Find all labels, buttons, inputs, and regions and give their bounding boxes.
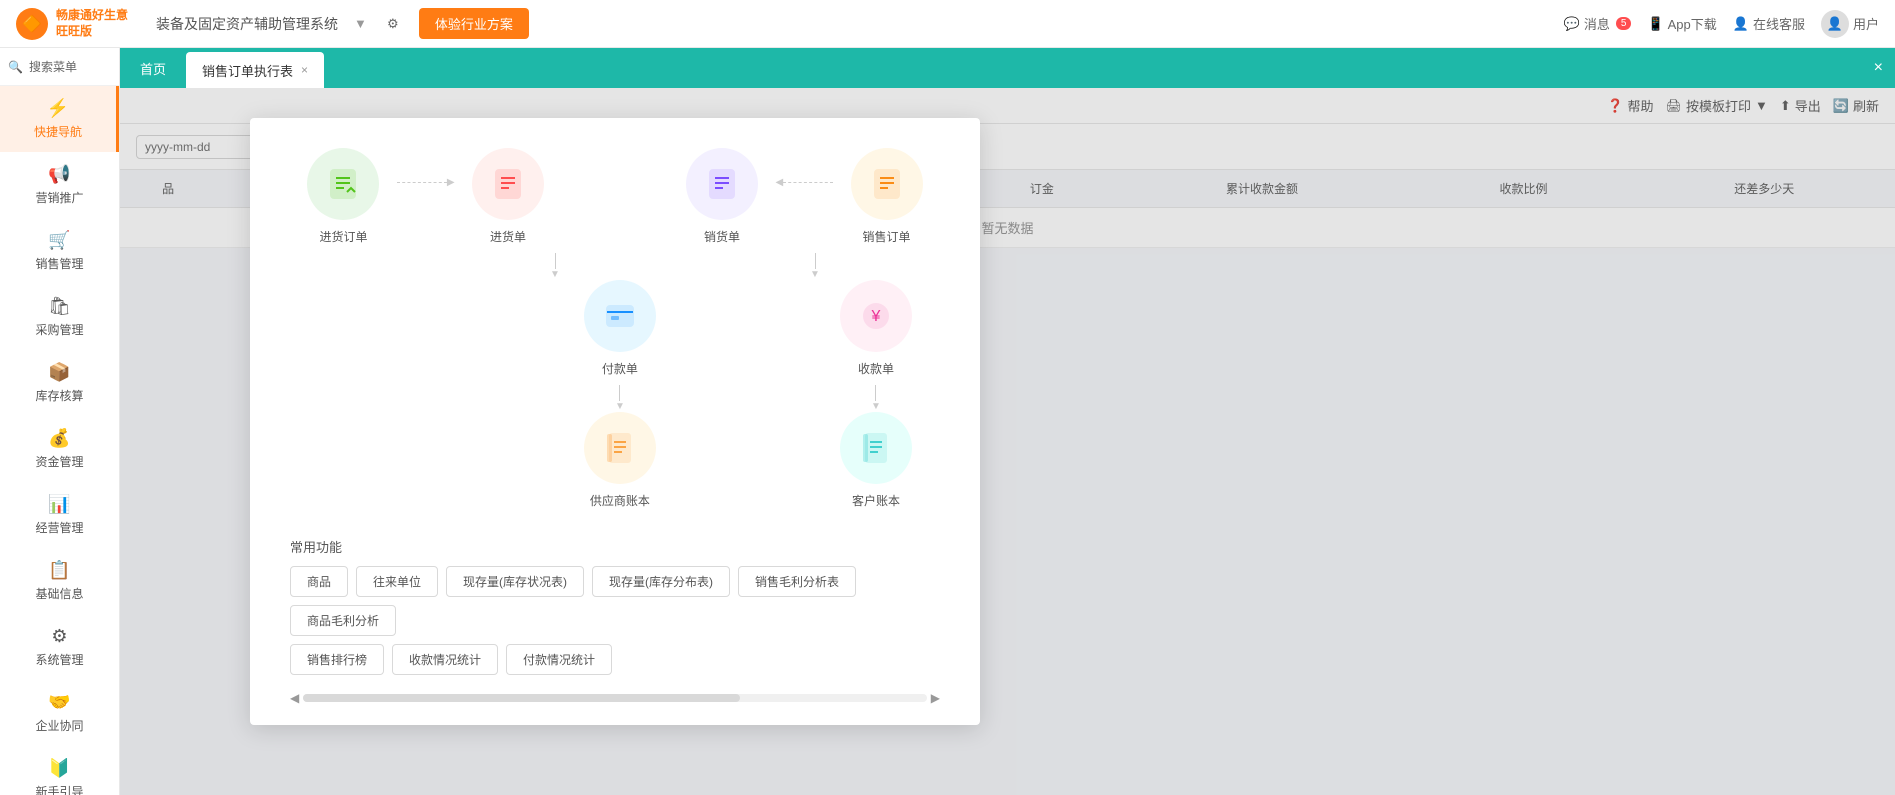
- download-icon: 📱: [1647, 16, 1663, 32]
- sidebar-item-new-guide[interactable]: 🔰 新手引导: [0, 746, 119, 795]
- popup-box: 进货订单 ▶: [250, 118, 980, 725]
- logo-icon: 🔶: [16, 8, 48, 40]
- sidebar-item-finance[interactable]: 💰 资金管理: [0, 416, 119, 482]
- sidebar-item-sales[interactable]: 🛒 销售管理: [0, 218, 119, 284]
- search-menu[interactable]: 🔍 搜索菜单: [0, 48, 119, 86]
- common-functions: 常用功能 商品 往来单位 现存量(库存状况表) 现存量(库存分布表) 销售毛利分…: [290, 537, 940, 675]
- sidebar-item-enterprise[interactable]: 🤝 企业协同: [0, 680, 119, 746]
- flow-node-payment-bill[interactable]: 付款单: [556, 280, 684, 377]
- sales-bill-icon: [686, 148, 758, 220]
- basic-info-icon: 📋: [48, 560, 70, 581]
- top-bar: 🔶 畅康通好生意 旺旺版 装备及固定资产辅助管理系统 ▼ ⚙ 体验行业方案 💬 …: [0, 0, 1895, 48]
- payment-bill-icon: [584, 280, 656, 352]
- flow-node-sales-bill[interactable]: 销货单: [669, 148, 776, 245]
- purchase-bill-icon: [472, 148, 544, 220]
- scroll-left-arrow[interactable]: ◀: [290, 691, 299, 705]
- func-btn-sales-rank[interactable]: 销售排行榜: [290, 644, 384, 675]
- func-buttons-row1: 商品 往来单位 现存量(库存状况表) 现存量(库存分布表) 销售毛利分析表 商品…: [290, 566, 940, 636]
- purchase-icon: 🛍: [48, 296, 71, 317]
- app-download-button[interactable]: 📱 App下载: [1647, 14, 1716, 33]
- sales-icon: 🛒: [48, 230, 70, 251]
- common-func-title: 常用功能: [290, 537, 940, 556]
- tab-home[interactable]: 首页: [120, 48, 186, 88]
- sales-order-icon: [851, 148, 923, 220]
- scroll-right-arrow[interactable]: ▶: [931, 691, 940, 705]
- popup-scrollbar: ◀ ▶: [290, 691, 940, 705]
- page-content: ❓ 帮助 🖨 按模板打印 ▼ ⬆ 导出 🔄 刷新: [120, 88, 1895, 795]
- trial-button[interactable]: 体验行业方案: [419, 8, 529, 39]
- tab-close-icon[interactable]: ×: [301, 63, 308, 77]
- logo-text: 畅康通好生意 旺旺版: [56, 8, 128, 39]
- sidebar-item-marketing[interactable]: 📢 营销推广: [0, 152, 119, 218]
- message-badge: 5: [1616, 17, 1632, 30]
- svg-text:¥: ¥: [871, 308, 881, 325]
- system-title: 装备及固定资产辅助管理系统: [156, 14, 338, 34]
- content-area: 首页 销售订单执行表 × × ❓ 帮助 🖨: [120, 48, 1895, 795]
- flow-node-purchase-order[interactable]: 进货订单: [290, 148, 397, 245]
- receipt-bill-icon: ¥: [840, 280, 912, 352]
- gear-button[interactable]: ⚙: [379, 10, 407, 38]
- enterprise-icon: 🤝: [48, 692, 70, 713]
- func-btn-product[interactable]: 商品: [290, 566, 348, 597]
- finance-icon: 💰: [48, 428, 70, 449]
- service-icon: 👤: [1733, 16, 1749, 32]
- top-bar-right: 💬 消息 5 📱 App下载 👤 在线客服 👤 用户: [1564, 10, 1879, 38]
- purchase-order-icon: [307, 148, 379, 220]
- user-avatar: 👤: [1821, 10, 1849, 38]
- system-icon: ⚙: [51, 626, 67, 647]
- func-btn-product-analysis[interactable]: 商品毛利分析: [290, 605, 396, 636]
- search-icon: 🔍: [8, 60, 23, 74]
- marketing-icon: 📢: [48, 164, 70, 185]
- sidebar-item-quick-guide[interactable]: ⚡ 快捷导航: [0, 86, 119, 152]
- message-button[interactable]: 💬 消息 5: [1564, 14, 1632, 33]
- flow-node-customer-ledger[interactable]: 客户账本: [812, 412, 940, 509]
- scroll-track[interactable]: [303, 694, 927, 702]
- flow-node-sales-order[interactable]: 销售订单: [833, 148, 940, 245]
- sidebar-item-purchase[interactable]: 🛍 采购管理: [0, 284, 119, 350]
- dropdown-icon[interactable]: ▼: [354, 16, 367, 31]
- customer-ledger-icon: [840, 412, 912, 484]
- operations-icon: 📊: [48, 494, 70, 515]
- online-service-button[interactable]: 👤 在线客服: [1733, 14, 1805, 33]
- new-guide-icon: 🔰: [48, 758, 70, 779]
- tab-bar: 首页 销售订单执行表 × ×: [120, 48, 1895, 88]
- tab-bar-close-button[interactable]: ×: [1874, 59, 1883, 77]
- sidebar-item-basic-info[interactable]: 📋 基础信息: [0, 548, 119, 614]
- tab-sales-order[interactable]: 销售订单执行表 ×: [186, 52, 324, 88]
- scroll-thumb: [303, 694, 739, 702]
- flow-diagram: 进货订单 ▶: [290, 148, 940, 517]
- func-btn-payment-stats[interactable]: 付款情况统计: [506, 644, 612, 675]
- flow-node-supplier-ledger[interactable]: 供应商账本: [556, 412, 684, 509]
- message-icon: 💬: [1564, 16, 1580, 32]
- func-btn-stock-dist[interactable]: 现存量(库存分布表): [592, 566, 730, 597]
- sidebar-item-system[interactable]: ⚙ 系统管理: [0, 614, 119, 680]
- func-btn-stock-status[interactable]: 现存量(库存状况表): [446, 566, 584, 597]
- func-buttons-row2: 销售排行榜 收款情况统计 付款情况统计: [290, 644, 940, 675]
- top-bar-left: 🔶 畅康通好生意 旺旺版 装备及固定资产辅助管理系统 ▼ ⚙ 体验行业方案: [16, 8, 529, 40]
- user-menu[interactable]: 👤 用户: [1821, 10, 1879, 38]
- func-btn-contacts[interactable]: 往来单位: [356, 566, 438, 597]
- popup-overlay: 进货订单 ▶: [120, 88, 1895, 795]
- flow-node-receipt-bill[interactable]: ¥ 收款单: [812, 280, 940, 377]
- quick-guide-icon: ⚡: [47, 98, 69, 119]
- supplier-ledger-icon: [584, 412, 656, 484]
- sidebar-item-inventory[interactable]: 📦 库存核算: [0, 350, 119, 416]
- flow-node-purchase-bill[interactable]: 进货单: [455, 148, 562, 245]
- inventory-icon: 📦: [48, 362, 70, 383]
- logo-area: 🔶 畅康通好生意 旺旺版: [16, 8, 136, 40]
- sidebar: 🔍 搜索菜单 ⚡ 快捷导航 📢 营销推广 🛒 销售管理 🛍 采购管理 📦: [0, 48, 120, 795]
- sidebar-item-operations[interactable]: 📊 经营管理: [0, 482, 119, 548]
- func-btn-sales-analysis[interactable]: 销售毛利分析表: [738, 566, 856, 597]
- func-btn-receipt-stats[interactable]: 收款情况统计: [392, 644, 498, 675]
